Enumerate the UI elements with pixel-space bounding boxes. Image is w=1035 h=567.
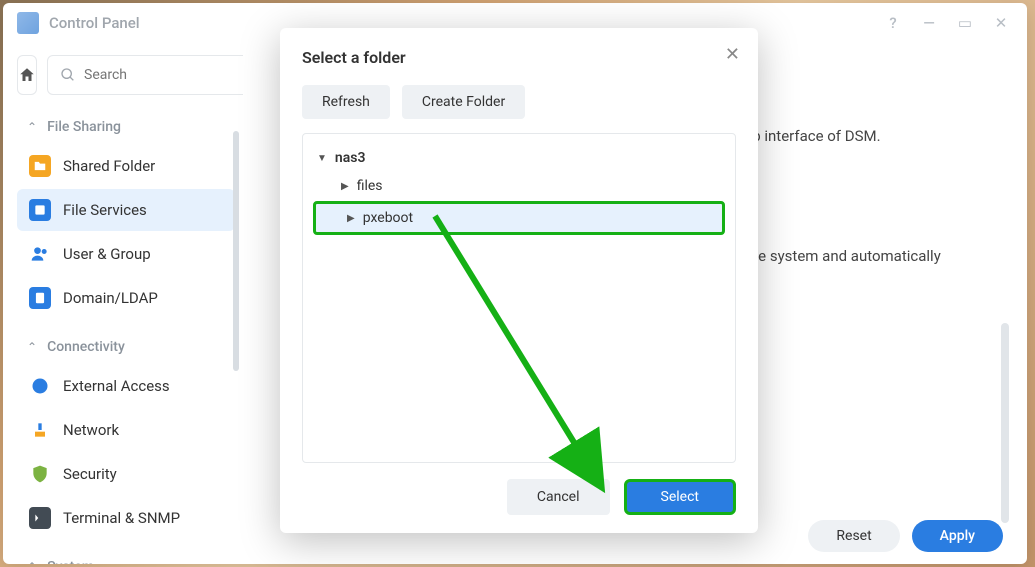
apply-button[interactable]: Apply xyxy=(912,520,1003,552)
chevron-down-icon: ▼ xyxy=(317,153,327,164)
bottom-bar: Reset Apply xyxy=(808,520,1003,552)
minimize-icon[interactable]: — xyxy=(917,11,941,35)
search-input[interactable] xyxy=(84,67,243,83)
search-icon xyxy=(60,67,76,83)
tree-node-pxeboot[interactable]: ▶pxeboot xyxy=(313,201,725,235)
chevron-right-icon: ▶ xyxy=(347,213,355,224)
modal-close-button[interactable]: ✕ xyxy=(725,44,740,65)
sidebar-item-terminal-snmp[interactable]: Terminal & SNMP xyxy=(17,497,235,539)
window-title: Control Panel xyxy=(49,14,140,32)
modal-title: Select a folder xyxy=(302,48,736,67)
select-button[interactable]: Select xyxy=(624,479,736,515)
reset-button[interactable]: Reset xyxy=(808,520,899,552)
file-services-icon xyxy=(33,203,47,217)
cancel-button[interactable]: Cancel xyxy=(507,479,610,515)
shield-icon xyxy=(30,464,50,484)
section-system[interactable]: ⌃System xyxy=(17,551,235,564)
folder-icon xyxy=(33,159,47,173)
user-group-icon xyxy=(30,244,50,264)
sidebar: ⌃File Sharing Shared Folder File Service… xyxy=(3,43,243,564)
sidebar-item-external-access[interactable]: External Access xyxy=(17,365,235,407)
external-access-icon xyxy=(30,376,50,396)
section-file-sharing[interactable]: ⌃File Sharing xyxy=(17,111,235,143)
sidebar-scrollbar[interactable] xyxy=(233,131,239,371)
app-icon xyxy=(17,12,39,34)
home-icon xyxy=(18,66,36,84)
close-icon[interactable]: ✕ xyxy=(989,11,1013,35)
content-scrollbar[interactable] xyxy=(1001,323,1009,523)
sidebar-item-security[interactable]: Security xyxy=(17,453,235,495)
folder-tree[interactable]: ▼nas3 ▶files ▶pxeboot xyxy=(302,133,736,463)
sidebar-item-network[interactable]: Network xyxy=(17,409,235,451)
terminal-icon xyxy=(33,511,47,525)
create-folder-button[interactable]: Create Folder xyxy=(402,85,525,119)
tree-node-root[interactable]: ▼nas3 xyxy=(307,144,731,172)
sidebar-item-shared-folder[interactable]: Shared Folder xyxy=(17,145,235,187)
section-connectivity[interactable]: ⌃Connectivity xyxy=(17,331,235,363)
sidebar-item-file-services[interactable]: File Services xyxy=(17,189,235,231)
sidebar-item-user-group[interactable]: User & Group xyxy=(17,233,235,275)
select-folder-modal: Select a folder ✕ Refresh Create Folder … xyxy=(280,28,758,533)
maximize-icon[interactable]: ▭ xyxy=(953,11,977,35)
chevron-right-icon: ▶ xyxy=(341,181,349,192)
ldap-icon xyxy=(33,291,47,305)
refresh-button[interactable]: Refresh xyxy=(302,85,390,119)
tree-node-files[interactable]: ▶files xyxy=(307,172,731,200)
search-box[interactable] xyxy=(47,55,243,95)
network-icon xyxy=(30,420,50,440)
home-button[interactable] xyxy=(17,55,37,95)
help-icon[interactable]: ? xyxy=(881,11,905,35)
sidebar-item-domain-ldap[interactable]: Domain/LDAP xyxy=(17,277,235,319)
